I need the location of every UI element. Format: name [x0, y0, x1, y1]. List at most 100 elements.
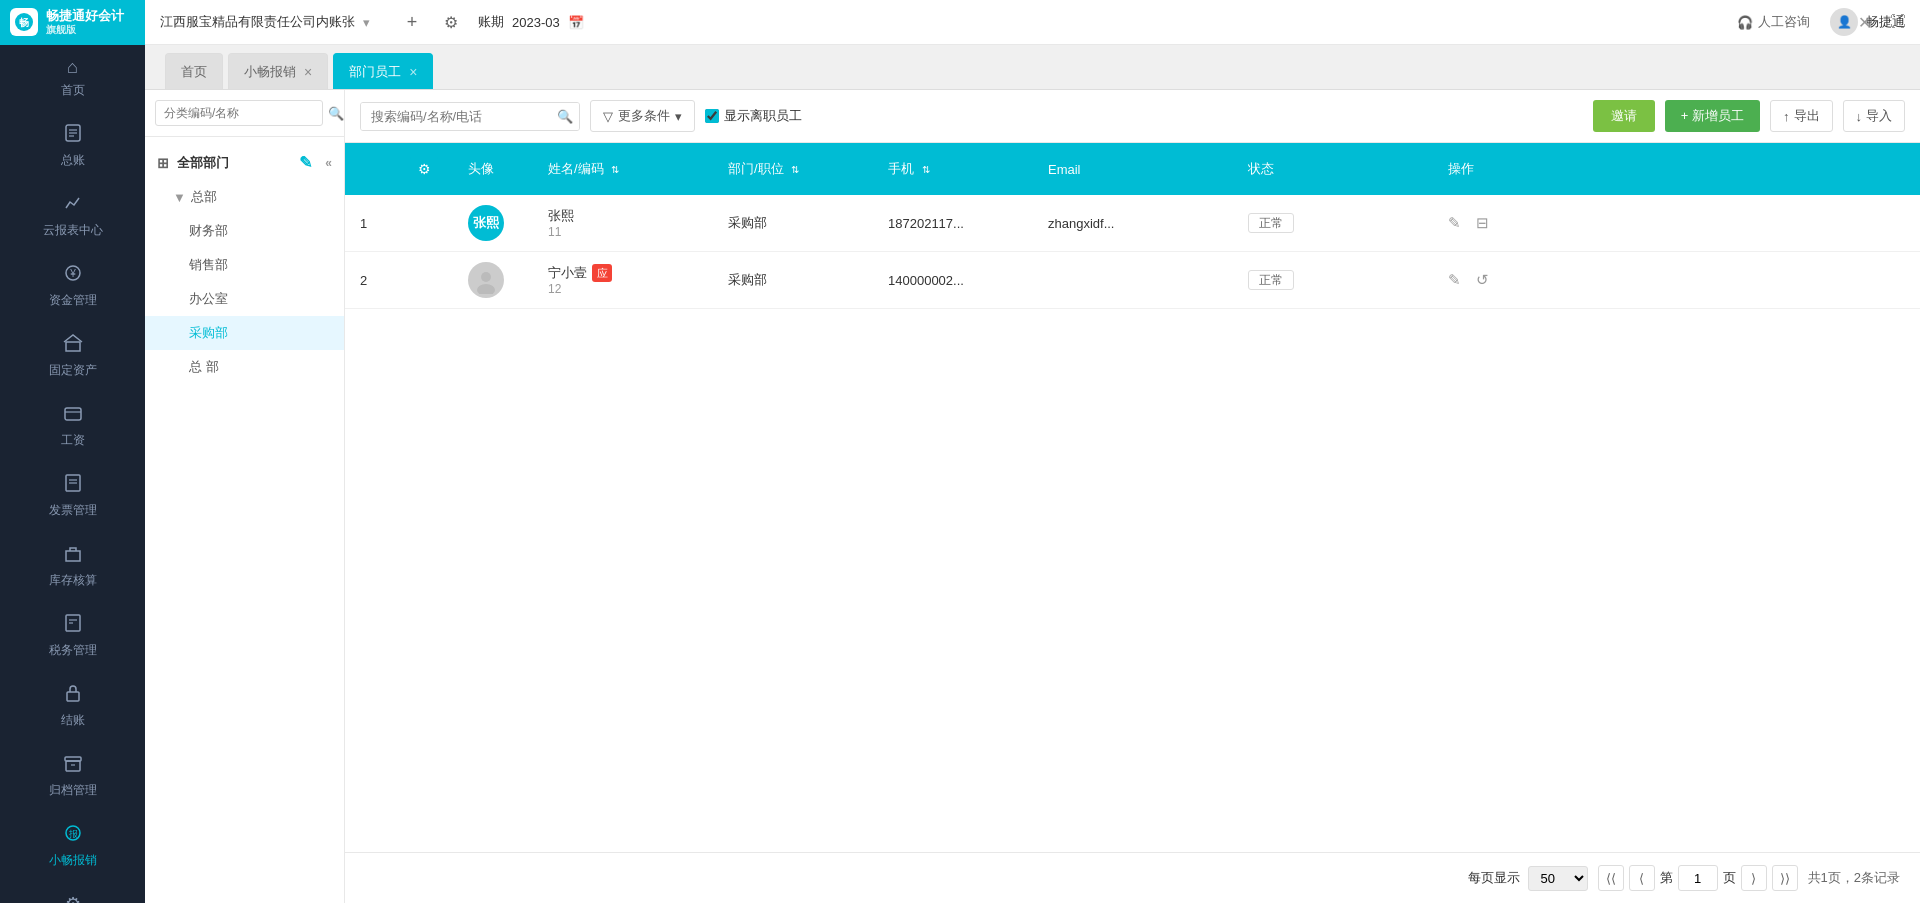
name-code: 张熙 11 — [548, 207, 698, 239]
import-icon: ↓ — [1856, 109, 1863, 124]
name-sort-icon: ⇅ — [611, 164, 619, 175]
dept-item-purchase[interactable]: 采购部 — [145, 316, 344, 350]
invite-button[interactable]: 邀请 — [1593, 100, 1655, 132]
sidebar-item-invoice[interactable]: 发票管理 — [0, 461, 145, 531]
maximize-icon[interactable]: ⛶ — [1886, 10, 1910, 34]
page-size-selector: 每页显示 50 10 20 100 — [1468, 866, 1588, 891]
sidebar-label-home: 首页 — [61, 82, 85, 99]
sidebar-item-archive[interactable]: 归档管理 — [0, 741, 145, 811]
expense-icon: 报 — [63, 823, 83, 848]
all-depts-item[interactable]: ⊞ 全部部门 ✎ « — [145, 145, 344, 180]
sidebar-label-reports: 云报表中心 — [43, 222, 103, 239]
column-settings-button[interactable]: ⚙ — [410, 155, 438, 183]
table-header: ⚙ 头像 姓名/编码 ⇅ 部门/职位 ⇅ — [345, 143, 1920, 195]
page-total-label: 共1页，2条记录 — [1808, 869, 1900, 887]
edit-icon[interactable]: ✎ — [1448, 214, 1461, 232]
headset-icon: 🎧 — [1737, 15, 1753, 30]
edit-dept-icon[interactable]: ✎ — [299, 153, 312, 172]
tab-expense[interactable]: 小畅报销 × — [228, 53, 328, 89]
table-body: 1 张熙 张熙 11 — [345, 195, 1920, 309]
filter-chevron-icon: ▾ — [675, 109, 682, 124]
logout-icon[interactable]: ⊟ — [1476, 214, 1489, 232]
sidebar-item-assets[interactable]: 固定资产 — [0, 321, 145, 391]
sidebar-item-reports[interactable]: 云报表中心 — [0, 181, 145, 251]
tax-icon — [63, 613, 83, 638]
tab-expense-close-icon[interactable]: × — [304, 64, 312, 80]
all-depts-label: 全部部门 — [177, 154, 229, 172]
add-employee-button[interactable]: + 新增员工 — [1665, 100, 1760, 132]
dept-panel: 🔍 ⊞ 全部部门 ✎ « ▼ 总部 财务部 — [145, 90, 345, 903]
close-icon[interactable]: ✕ — [1852, 10, 1876, 34]
sidebar-item-inventory[interactable]: 库存核算 — [0, 531, 145, 601]
employee-search-icon[interactable]: 🔍 — [549, 103, 580, 130]
next-page-button[interactable]: ⟩ — [1741, 865, 1767, 891]
dept-item-hq2[interactable]: 总 部 — [145, 350, 344, 384]
sidebar-item-tax[interactable]: 税务管理 — [0, 601, 145, 671]
app-logo: 畅 畅捷通好会计 旗舰版 — [0, 0, 145, 45]
sidebar-label-assets: 固定资产 — [49, 362, 97, 379]
calendar-icon: 📅 — [568, 15, 584, 30]
collapse-icon[interactable]: « — [325, 156, 332, 170]
dept-search-input[interactable] — [155, 100, 323, 126]
export-button[interactable]: ↑ 导出 — [1770, 100, 1833, 132]
tab-employees-close-icon[interactable]: × — [409, 64, 417, 80]
show-inactive-checkbox[interactable] — [705, 109, 719, 123]
dept-item-office[interactable]: 办公室 — [145, 282, 344, 316]
employee-code: 12 — [548, 282, 612, 296]
svg-text:报: 报 — [67, 829, 77, 839]
dept-label-sales: 销售部 — [189, 256, 228, 274]
settings-button[interactable]: ⚙ — [439, 10, 463, 34]
add-button[interactable]: + — [400, 10, 424, 34]
dept-item-finance[interactable]: 财务部 — [145, 214, 344, 248]
sidebar-item-closing[interactable]: 结账 — [0, 671, 145, 741]
period-selector[interactable]: 账期 2023-03 📅 — [478, 13, 584, 31]
sidebar-item-salary[interactable]: 工资 — [0, 391, 145, 461]
closing-icon — [63, 683, 83, 708]
sidebar: ⌂ 首页 总账 云报表中心 ¥ 资金管理 固定资产 — [0, 45, 145, 903]
period-label: 账期 — [478, 13, 504, 31]
show-inactive-checkbox-label[interactable]: 显示离职员工 — [705, 107, 802, 125]
dept-item-hq[interactable]: ▼ 总部 — [145, 180, 344, 214]
company-name: 江西服宝精品有限责任公司内账张 — [160, 13, 355, 31]
sidebar-item-funds[interactable]: ¥ 资金管理 — [0, 251, 145, 321]
prev-page-button[interactable]: ⟨ — [1629, 865, 1655, 891]
sidebar-item-expense[interactable]: 报 小畅报销 — [0, 811, 145, 881]
sidebar-item-ledger[interactable]: 总账 — [0, 111, 145, 181]
refresh-icon[interactable]: ↺ — [1476, 271, 1489, 289]
service-button[interactable]: 🎧 人工咨询 — [1737, 13, 1810, 31]
first-page-button[interactable]: ⟨⟨ — [1598, 865, 1624, 891]
import-button[interactable]: ↓ 导入 — [1843, 100, 1906, 132]
svg-point-27 — [477, 284, 495, 294]
col-name[interactable]: 姓名/编码 ⇅ — [533, 143, 713, 195]
employee-table: ⚙ 头像 姓名/编码 ⇅ 部门/职位 ⇅ — [345, 143, 1920, 852]
sidebar-label-funds: 资金管理 — [49, 292, 97, 309]
dept-label-hq: 总部 — [191, 188, 217, 206]
company-selector[interactable]: 江西服宝精品有限责任公司内账张 ▾ — [145, 13, 385, 31]
action-icons: ✎ ↺ — [1448, 271, 1905, 289]
dept-search-icon[interactable]: 🔍 — [328, 106, 344, 121]
row2-status-cell: 正常 — [1233, 252, 1433, 309]
last-page-button[interactable]: ⟩⟩ — [1772, 865, 1798, 891]
dept-item-sales[interactable]: 销售部 — [145, 248, 344, 282]
sidebar-label-inventory: 库存核算 — [49, 572, 97, 589]
sidebar-label-expense: 小畅报销 — [49, 852, 97, 869]
employee-search-box: 🔍 — [360, 102, 580, 131]
company-chevron-icon: ▾ — [363, 15, 370, 30]
page-size-select[interactable]: 50 10 20 100 — [1528, 866, 1588, 891]
col-dept[interactable]: 部门/职位 ⇅ — [713, 143, 873, 195]
sidebar-item-settings[interactable]: ⚙ 基础设置 — [0, 881, 145, 903]
edit-icon[interactable]: ✎ — [1448, 271, 1461, 289]
status-badge: 正常 — [1248, 213, 1294, 233]
tab-employees[interactable]: 部门员工 × — [333, 53, 433, 89]
tab-home[interactable]: 首页 — [165, 53, 223, 89]
employee-search-input[interactable] — [361, 103, 549, 130]
more-filter-button[interactable]: ▽ 更多条件 ▾ — [590, 100, 695, 132]
col-actions: 操作 — [1433, 143, 1920, 195]
row1-email-cell: zhangxidf... — [1033, 195, 1233, 252]
page-number-input[interactable] — [1678, 865, 1718, 891]
table-toolbar: 🔍 ▽ 更多条件 ▾ 显示离职员工 邀请 + 新增员工 — [345, 90, 1920, 143]
sidebar-item-home[interactable]: ⌂ 首页 — [0, 45, 145, 111]
svg-rect-20 — [66, 761, 80, 771]
row2-dept-cell: 采购部 — [713, 252, 873, 309]
col-phone[interactable]: 手机 ⇅ — [873, 143, 1033, 195]
